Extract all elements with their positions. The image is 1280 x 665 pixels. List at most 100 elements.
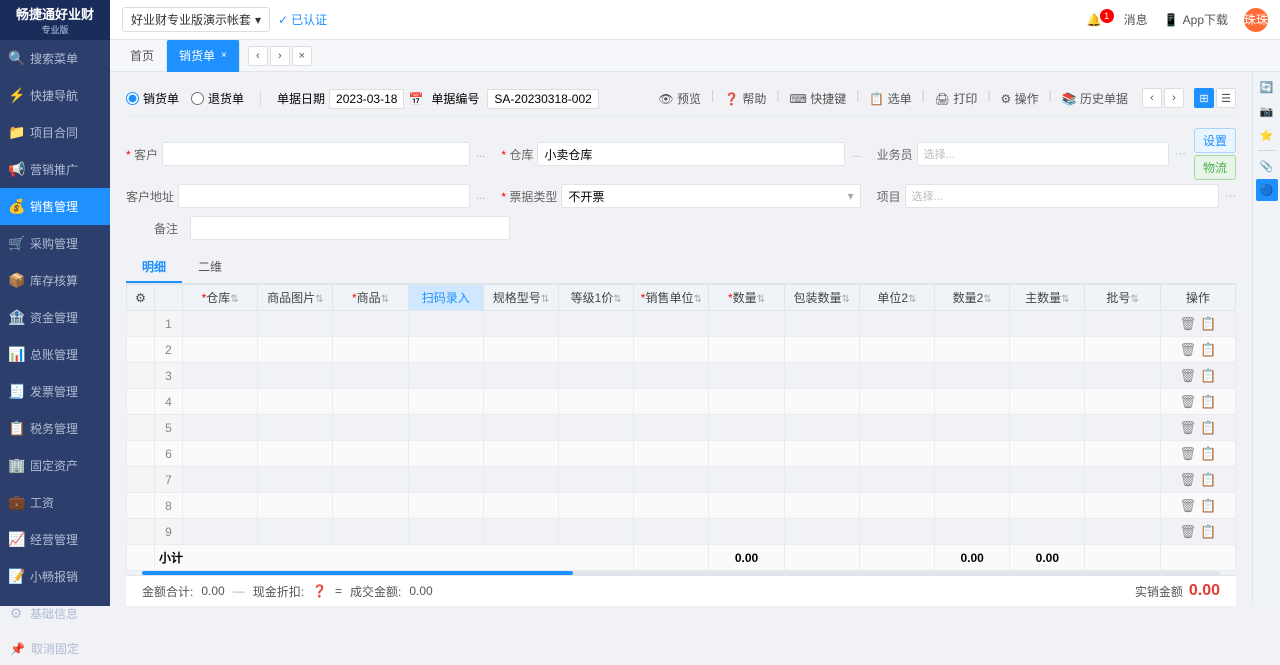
toolbar-help[interactable]: ❓ 帮助	[720, 88, 770, 109]
right-panel-camera[interactable]: 📷	[1256, 100, 1278, 122]
base-icon: ⚙	[8, 605, 24, 622]
tab-bar: 首页 销货单 × ‹ › ×	[110, 40, 1280, 72]
grid-view-button[interactable]: ⊞	[1194, 88, 1214, 108]
copy-row-icon[interactable]: 📋	[1200, 472, 1216, 488]
tab-home[interactable]: 首页	[118, 40, 167, 72]
sidebar-item-tax[interactable]: 📋 税务管理	[0, 410, 110, 447]
sidebar-item-quick-nav[interactable]: ⚡ 快捷导航	[0, 77, 110, 114]
toolbar-print[interactable]: 🖨 打印	[931, 88, 982, 109]
copy-row-icon[interactable]: 📋	[1200, 498, 1216, 514]
tab-close-icon[interactable]: ×	[221, 50, 227, 61]
col-product-header[interactable]: *商品⇅	[333, 285, 408, 311]
notification-action[interactable]: 🔔 1 消息	[1087, 11, 1148, 28]
salesperson-more-button[interactable]: ···	[1175, 148, 1186, 160]
form-next-button[interactable]: ›	[1164, 88, 1184, 108]
form-fields-section: 客户 ... 仓库 小卖仓库 ...	[126, 124, 1236, 212]
project-more-button[interactable]: ···	[1225, 190, 1236, 202]
copy-row-icon[interactable]: 📋	[1200, 342, 1216, 358]
toolbar-select[interactable]: 📋 选单	[865, 88, 915, 109]
tab-2d[interactable]: 二维	[182, 252, 238, 283]
right-panel-star[interactable]: ⭐	[1256, 124, 1278, 146]
col-batch-import-header[interactable]: 扫码录入	[408, 285, 483, 311]
toolbar-history[interactable]: 📚 历史单据	[1058, 88, 1132, 109]
doc-date-input[interactable]: 2023-03-18	[329, 89, 404, 109]
copy-row-icon[interactable]: 📋	[1200, 394, 1216, 410]
copy-row-icon[interactable]: 📋	[1200, 420, 1216, 436]
doc-no-input[interactable]: SA-20230318-002	[487, 89, 598, 109]
calendar-icon[interactable]: 📅	[408, 92, 423, 106]
sidebar-item-labor[interactable]: 💼 工资	[0, 484, 110, 521]
company-select[interactable]: 好业财专业版演示帐套 ▾	[122, 7, 270, 32]
sidebar-item-accounts[interactable]: 📊 总账管理	[0, 336, 110, 373]
set-button[interactable]: 设置	[1194, 128, 1236, 153]
subtotal-row: 小计 0.00 0.00 0.00	[127, 545, 1236, 571]
salesperson-input[interactable]: 选择...	[917, 142, 1169, 166]
copy-row-icon[interactable]: 📋	[1200, 368, 1216, 384]
sidebar-item-capital[interactable]: 🏦 资金管理	[0, 299, 110, 336]
app-download-action[interactable]: 📱 App下载	[1164, 11, 1228, 28]
sidebar-item-fixed-assets[interactable]: 🏢 固定资产	[0, 447, 110, 484]
customer-more-button[interactable]: ...	[476, 148, 485, 160]
delete-row-icon[interactable]: 🗑	[1179, 342, 1196, 358]
delete-row-icon[interactable]: 🗑	[1179, 394, 1196, 410]
sidebar-item-ops[interactable]: 📈 经营管理	[0, 521, 110, 558]
table-scrollbar[interactable]	[142, 571, 1220, 575]
help-icon[interactable]: ❓	[312, 584, 327, 598]
warehouse-more-button[interactable]: ...	[851, 148, 860, 160]
warehouse-input[interactable]: 小卖仓库	[537, 142, 845, 166]
sidebar-item-sales[interactable]: 💰 销售管理	[0, 188, 110, 225]
user-profile[interactable]: 珠珠	[1244, 8, 1268, 32]
prev-tab-button[interactable]: ‹	[248, 46, 268, 66]
close-tab-button[interactable]: ×	[292, 46, 312, 66]
toolbar-operations[interactable]: ⚙ 操作	[996, 88, 1042, 109]
copy-row-icon[interactable]: 📋	[1200, 316, 1216, 332]
remark-input[interactable]	[190, 216, 510, 240]
delete-row-icon[interactable]: 🗑	[1179, 498, 1196, 514]
invoice-select[interactable]: 不开票 ▾	[561, 184, 860, 208]
form-prev-button[interactable]: ‹	[1142, 88, 1162, 108]
delete-row-icon[interactable]: 🗑	[1179, 472, 1196, 488]
right-panel-refresh[interactable]: 🔄	[1256, 76, 1278, 98]
radio-return-input[interactable]	[191, 92, 204, 105]
radio-sale-order[interactable]: 销货单	[126, 90, 179, 107]
sidebar-item-project[interactable]: 📁 项目合同	[0, 114, 110, 151]
sidebar-item-inventory[interactable]: 📦 库存核算	[0, 262, 110, 299]
right-panel-attachment[interactable]: 📎	[1256, 155, 1278, 177]
address-more-button[interactable]: ...	[476, 190, 485, 202]
address-input[interactable]	[178, 184, 470, 208]
delete-row-icon[interactable]: 🗑	[1179, 316, 1196, 332]
toolbar-shortcuts[interactable]: ⌨ 快捷键	[786, 88, 851, 109]
sidebar-item-marketing[interactable]: 📢 营销推广	[0, 151, 110, 188]
sidebar-item-invoice[interactable]: 🧾 发票管理	[0, 373, 110, 410]
sidebar-item-purchase[interactable]: 🛒 采购管理	[0, 225, 110, 262]
delete-row-icon[interactable]: 🗑	[1179, 420, 1196, 436]
radio-sale-input[interactable]	[126, 92, 139, 105]
customer-input[interactable]	[162, 142, 470, 166]
col-warehouse-header[interactable]: *仓库⇅	[183, 285, 258, 311]
table-row: 6 🗑📋	[127, 441, 1236, 467]
tab-sale-order[interactable]: 销货单 ×	[167, 40, 240, 72]
col-sales-unit-header[interactable]: *销售单位⇅	[634, 285, 709, 311]
radio-return-order[interactable]: 退货单	[191, 90, 244, 107]
scrollbar-thumb[interactable]	[142, 571, 573, 575]
cancel-fixed-button[interactable]: 📌 取消固定	[0, 632, 110, 665]
col-settings-header[interactable]: ⚙	[127, 285, 155, 311]
col-quantity-header[interactable]: *数量⇅	[709, 285, 784, 311]
right-panel-active[interactable]: 🔵	[1256, 179, 1278, 201]
folder-icon: 📁	[8, 124, 24, 141]
add-logistics-button[interactable]: 物流	[1194, 155, 1236, 180]
delete-row-icon[interactable]: 🗑	[1179, 368, 1196, 384]
copy-row-icon[interactable]: 📋	[1200, 446, 1216, 462]
sidebar-item-search[interactable]: 🔍 搜索菜单	[0, 40, 110, 77]
toolbar-preview[interactable]: 👁 预览	[654, 88, 705, 109]
project-input[interactable]: 选择...	[905, 184, 1219, 208]
sidebar-item-reports[interactable]: 📝 小畅报销	[0, 558, 110, 595]
tab-detail[interactable]: 明细	[126, 252, 182, 283]
delete-row-icon[interactable]: 🗑	[1179, 446, 1196, 462]
next-tab-button[interactable]: ›	[270, 46, 290, 66]
sidebar-item-base[interactable]: ⚙ 基础信息	[0, 595, 110, 632]
list-view-button[interactable]: ☰	[1216, 88, 1236, 108]
form-container: 销货单 退货单 单据日期 2023-03-18 📅	[110, 72, 1252, 606]
delete-row-icon[interactable]: 🗑	[1179, 524, 1196, 540]
copy-row-icon[interactable]: 📋	[1200, 524, 1216, 540]
